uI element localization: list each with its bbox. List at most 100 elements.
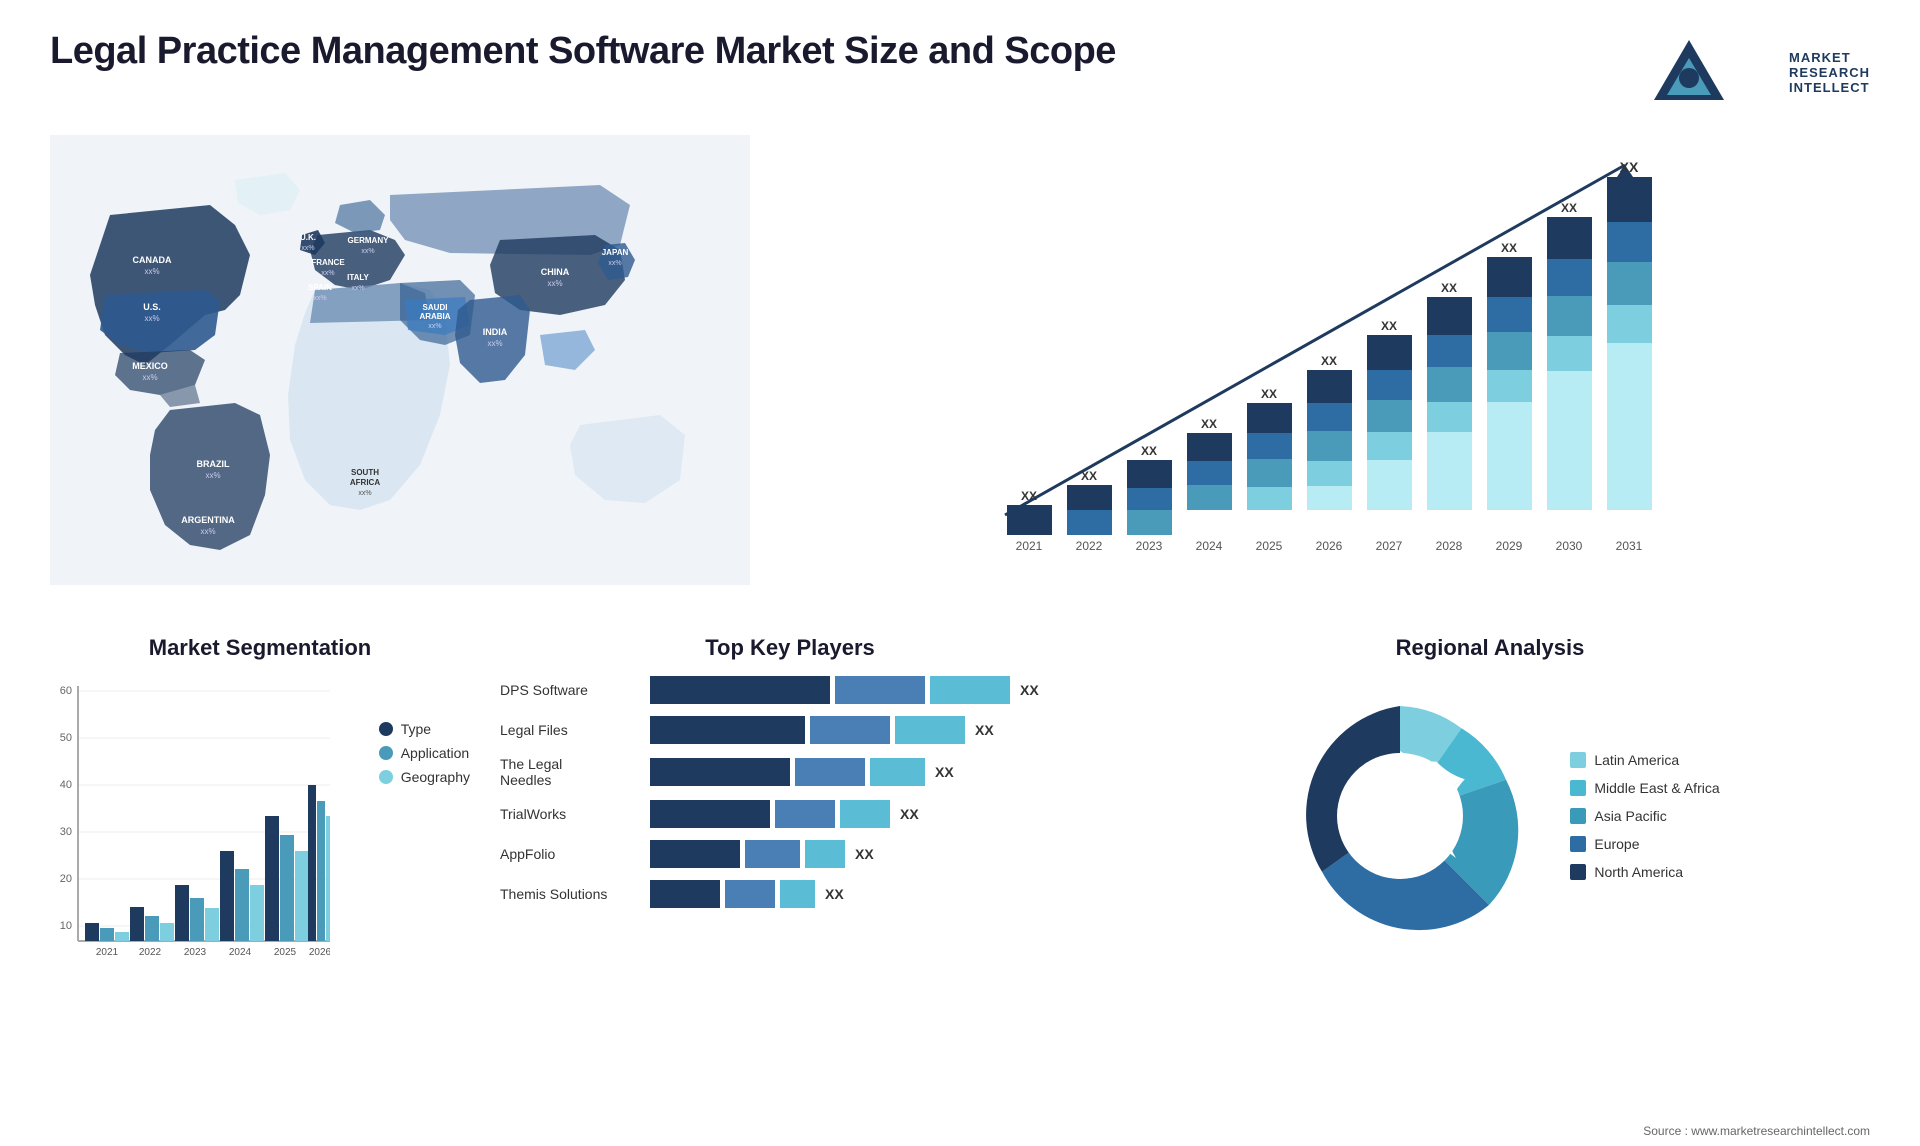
page-title: Legal Practice Management Software Marke… — [50, 30, 1116, 73]
svg-text:2022: 2022 — [139, 947, 162, 958]
svg-text:CANADA: CANADA — [133, 255, 172, 265]
svg-text:U.S.: U.S. — [143, 302, 161, 312]
world-map: CANADA xx% U.S. xx% MEXICO xx% BRAZIL xx… — [50, 135, 750, 595]
svg-text:XX: XX — [1501, 241, 1517, 255]
player-bar-seg3-5 — [805, 840, 845, 868]
svg-text:2028: 2028 — [1436, 539, 1463, 553]
player-name-2: Legal Files — [500, 722, 640, 738]
svg-text:XX: XX — [1620, 159, 1639, 175]
segmentation-legend: Type Application Geography — [379, 691, 470, 981]
svg-text:XX: XX — [1561, 201, 1577, 215]
legend-type-dot — [379, 722, 393, 736]
svg-text:xx%: xx% — [144, 267, 159, 276]
svg-text:40: 40 — [60, 779, 72, 791]
players-list: DPS Software XX Legal Files XX — [500, 676, 1080, 908]
player-xx-6: XX — [825, 886, 844, 902]
logo-line3: INTELLECT — [1789, 80, 1870, 95]
svg-text:xx%: xx% — [321, 270, 334, 277]
svg-text:2027: 2027 — [1376, 539, 1403, 553]
player-name-1: DPS Software — [500, 682, 640, 698]
logo-text: MARKET RESEARCH INTELLECT — [1789, 50, 1870, 95]
player-bar-2: XX — [650, 716, 1080, 744]
donut-svg — [1260, 676, 1540, 956]
player-bar-seg2-1 — [835, 676, 925, 704]
regional-section: Regional Analysis — [1110, 635, 1870, 1115]
svg-text:SOUTH: SOUTH — [351, 468, 379, 477]
svg-text:xx%: xx% — [144, 314, 159, 323]
svg-text:2025: 2025 — [1256, 539, 1283, 553]
player-row-1: DPS Software XX — [500, 676, 1080, 704]
logo-icon — [1639, 30, 1779, 115]
player-xx-4: XX — [900, 806, 919, 822]
seg-chart-area: 60 50 40 30 20 10 — [50, 676, 359, 981]
player-row-5: AppFolio XX — [500, 840, 1080, 868]
svg-text:XX: XX — [1321, 354, 1337, 368]
player-bar-6: XX — [650, 880, 1080, 908]
logo-line1: MARKET — [1789, 50, 1870, 65]
player-bar-5: XX — [650, 840, 1080, 868]
svg-text:SAUDI: SAUDI — [423, 303, 448, 312]
legend-latin-label: Latin America — [1594, 752, 1679, 768]
svg-text:xx%: xx% — [358, 490, 371, 497]
svg-text:xx%: xx% — [205, 471, 220, 480]
segmentation-section: Market Segmentation 60 50 40 30 20 10 — [50, 635, 470, 1115]
svg-text:10: 10 — [60, 920, 72, 932]
svg-text:XX: XX — [1141, 444, 1157, 458]
svg-text:2021: 2021 — [1016, 539, 1043, 553]
player-bar-seg2-4 — [775, 800, 835, 828]
svg-text:xx%: xx% — [301, 245, 314, 252]
legend-middle-east: Middle East & Africa — [1570, 780, 1719, 796]
player-bar-seg1-5 — [650, 840, 740, 868]
svg-text:FRANCE: FRANCE — [311, 258, 345, 267]
svg-text:xx%: xx% — [200, 527, 215, 536]
key-players-section: Top Key Players DPS Software XX Legal Fi… — [500, 635, 1080, 1115]
player-xx-2: XX — [975, 722, 994, 738]
svg-text:xx%: xx% — [547, 279, 562, 288]
svg-text:ARABIA: ARABIA — [419, 312, 450, 321]
svg-text:ARGENTINA: ARGENTINA — [181, 515, 235, 525]
svg-text:2030: 2030 — [1556, 539, 1583, 553]
legend-north-america: North America — [1570, 864, 1719, 880]
player-bar-4: XX — [650, 800, 1080, 828]
player-bar-seg1-1 — [650, 676, 830, 704]
player-bar-3: XX — [650, 758, 1080, 786]
player-name-6: Themis Solutions — [500, 886, 640, 902]
svg-text:SPAIN: SPAIN — [308, 283, 332, 292]
svg-text:ITALY: ITALY — [347, 273, 369, 282]
player-bar-seg2-6 — [725, 880, 775, 908]
regional-title: Regional Analysis — [1110, 635, 1870, 661]
player-bar-seg3-2 — [895, 716, 965, 744]
legend-ap-color — [1570, 808, 1586, 824]
svg-text:xx%: xx% — [361, 248, 374, 255]
seg-chart-svg: 60 50 40 30 20 10 — [50, 676, 330, 976]
player-bar-seg1-6 — [650, 880, 720, 908]
legend-type-label: Type — [401, 721, 431, 737]
player-bar-seg2-3 — [795, 758, 865, 786]
player-bar-seg3-6 — [780, 880, 815, 908]
player-row-2: Legal Files XX — [500, 716, 1080, 744]
player-name-5: AppFolio — [500, 846, 640, 862]
legend-asia-pacific: Asia Pacific — [1570, 808, 1719, 824]
svg-text:20: 20 — [60, 873, 72, 885]
svg-text:2022: 2022 — [1076, 539, 1103, 553]
player-bar-seg3-4 — [840, 800, 890, 828]
legend-latin-america: Latin America — [1570, 752, 1719, 768]
svg-text:2031: 2031 — [1616, 539, 1643, 553]
player-bar-seg3-3 — [870, 758, 925, 786]
svg-text:xx%: xx% — [313, 295, 326, 302]
legend-eu-label: Europe — [1594, 836, 1639, 852]
map-section: CANADA xx% U.S. xx% MEXICO xx% BRAZIL xx… — [50, 135, 750, 615]
page-container: Legal Practice Management Software Marke… — [0, 0, 1920, 1146]
svg-text:2029: 2029 — [1496, 539, 1523, 553]
svg-text:2023: 2023 — [1136, 539, 1163, 553]
svg-text:BRAZIL: BRAZIL — [197, 459, 230, 469]
legend-europe: Europe — [1570, 836, 1719, 852]
player-xx-3: XX — [935, 764, 954, 780]
player-row-3: The LegalNeedles XX — [500, 756, 1080, 788]
player-name-4: TrialWorks — [500, 806, 640, 822]
player-bar-seg1-2 — [650, 716, 805, 744]
source-text: Source : www.marketresearchintellect.com — [1643, 1124, 1870, 1138]
svg-text:xx%: xx% — [608, 260, 621, 267]
svg-text:U.K.: U.K. — [300, 233, 316, 242]
regional-legend: Latin America Middle East & Africa Asia … — [1570, 752, 1719, 880]
